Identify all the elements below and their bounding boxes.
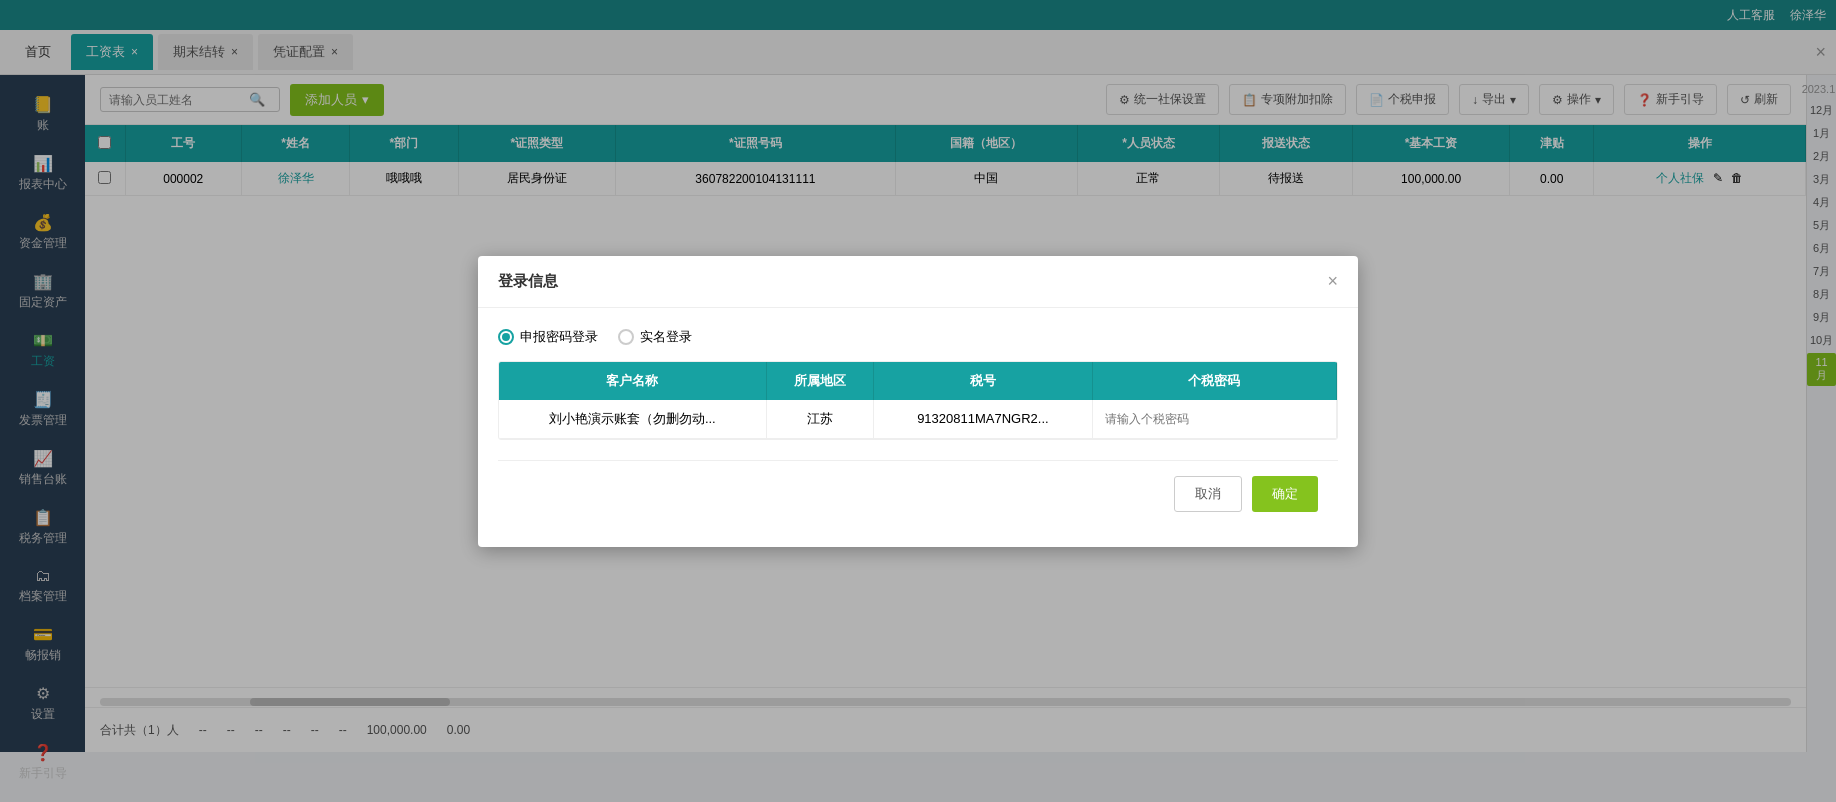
radio-realname-circle[interactable]: [618, 329, 634, 345]
inner-header-password: 个税密码: [1092, 362, 1336, 400]
radio-password-label: 申报密码登录: [520, 328, 598, 346]
client-table-wrap: 客户名称 所属地区 税号 个税密码 刘小艳演示账套（勿删勿动... 江苏 913…: [498, 361, 1338, 440]
radio-password-circle[interactable]: [498, 329, 514, 345]
inner-header-region: 所属地区: [766, 362, 874, 400]
cancel-button[interactable]: 取消: [1174, 476, 1242, 512]
radio-realname-label: 实名登录: [640, 328, 692, 346]
radio-option-password[interactable]: 申报密码登录: [498, 328, 598, 346]
inner-header-tax-no: 税号: [874, 362, 1093, 400]
login-type-radio-group: 申报密码登录 实名登录: [498, 328, 1338, 346]
dialog-close-button[interactable]: ×: [1327, 271, 1338, 292]
client-table: 客户名称 所属地区 税号 个税密码 刘小艳演示账套（勿删勿动... 江苏 913…: [499, 362, 1337, 439]
client-name-cell: 刘小艳演示账套（勿删勿动...: [499, 400, 766, 439]
client-tax-no-cell: 91320811MA7NGR2...: [874, 400, 1093, 439]
dialog-title: 登录信息: [498, 272, 558, 291]
login-info-dialog: 登录信息 × 申报密码登录 实名登录 客户名称: [478, 256, 1358, 547]
dialog-body: 申报密码登录 实名登录 客户名称 所属地区 税号 个税密码: [478, 308, 1358, 547]
inner-header-client-name: 客户名称: [499, 362, 766, 400]
client-password-cell[interactable]: [1092, 400, 1336, 439]
dialog-header: 登录信息 ×: [478, 256, 1358, 308]
confirm-button[interactable]: 确定: [1252, 476, 1318, 512]
individual-tax-password-input[interactable]: [1105, 412, 1324, 426]
modal-overlay: 登录信息 × 申报密码登录 实名登录 客户名称: [0, 0, 1836, 802]
client-table-row: 刘小艳演示账套（勿删勿动... 江苏 91320811MA7NGR2...: [499, 400, 1337, 439]
client-region-cell: 江苏: [766, 400, 874, 439]
radio-option-realname[interactable]: 实名登录: [618, 328, 692, 346]
dialog-footer: 取消 确定: [498, 460, 1338, 527]
